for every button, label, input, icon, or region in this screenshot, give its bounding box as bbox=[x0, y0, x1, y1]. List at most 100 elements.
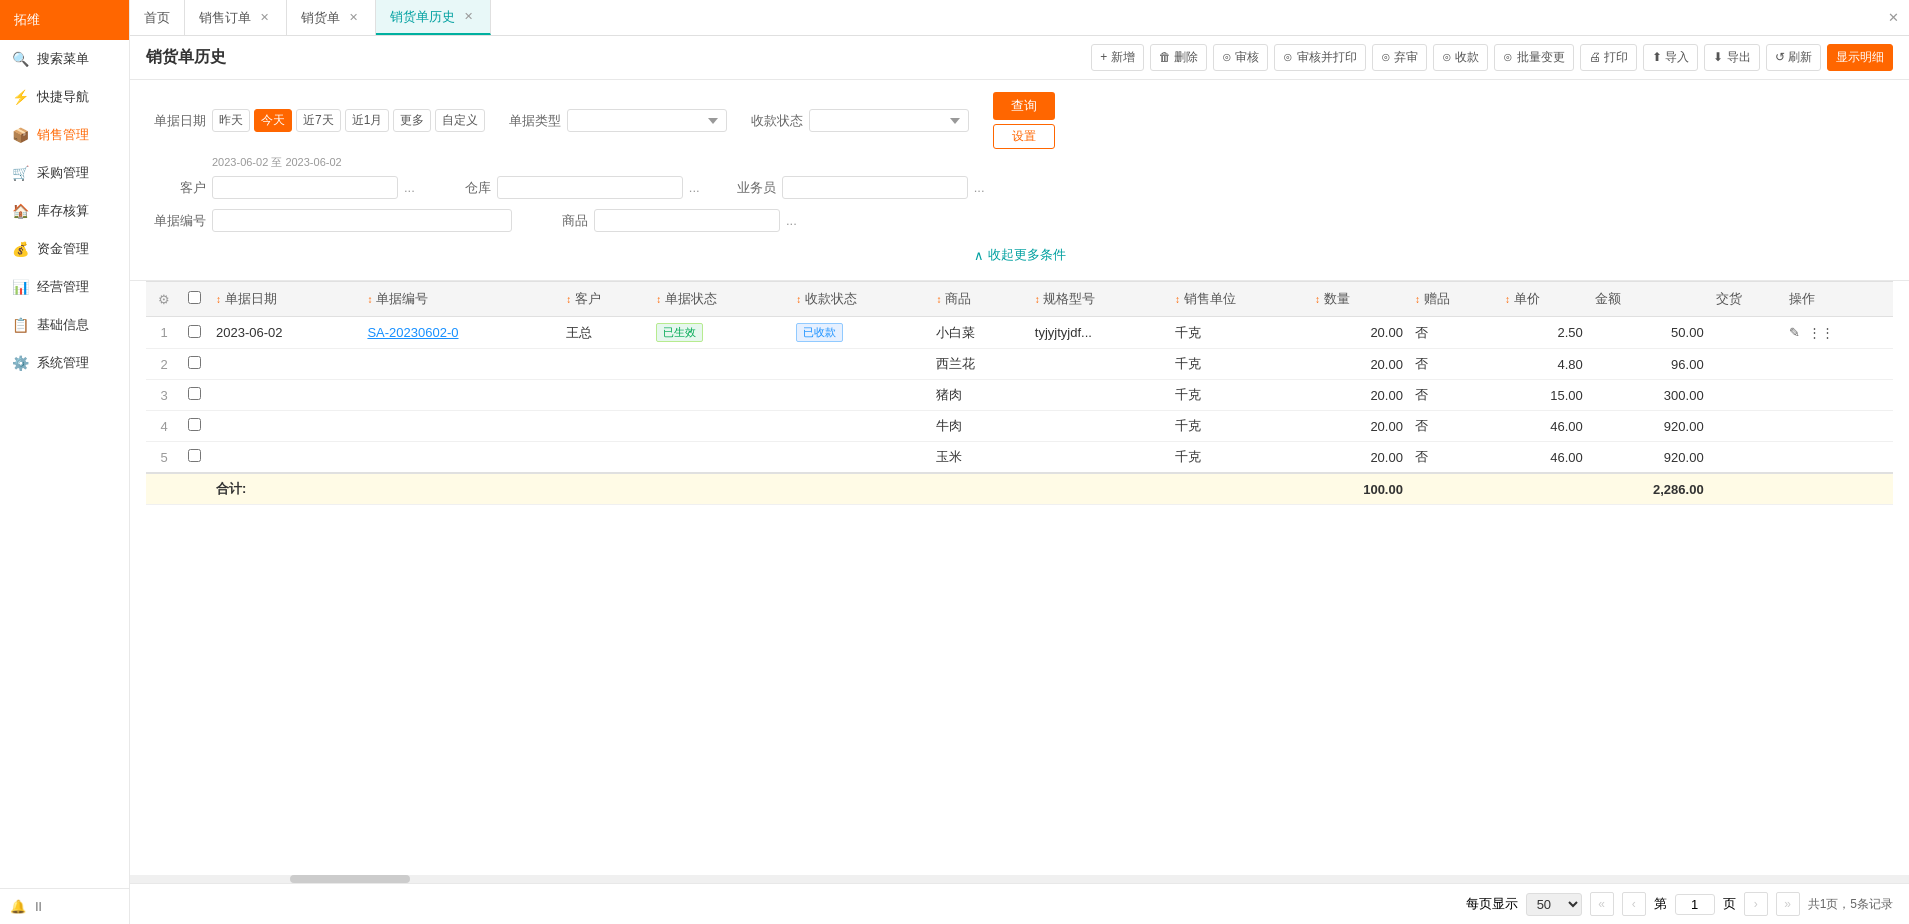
date-btn-custom[interactable]: 自定义 bbox=[435, 109, 485, 132]
sidebar-item-purchase-mgmt[interactable]: 🛒 采购管理 bbox=[0, 154, 129, 192]
audit-button[interactable]: ⊙ 审核 bbox=[1213, 44, 1268, 71]
sidebar-item-finance[interactable]: 💰 资金管理 bbox=[0, 230, 129, 268]
doc-type-label: 单据类型 bbox=[501, 112, 561, 130]
more-icon[interactable]: ⋮⋮ bbox=[1808, 325, 1834, 340]
cell-amount: 300.00 bbox=[1589, 380, 1710, 411]
collect-button[interactable]: ⊙ 收款 bbox=[1433, 44, 1488, 71]
sidebar-item-search-menu[interactable]: 🔍 搜索菜单 bbox=[0, 40, 129, 78]
staff-input[interactable] bbox=[782, 176, 968, 199]
warehouse-input[interactable] bbox=[497, 176, 683, 199]
date-btn-1month[interactable]: 近1月 bbox=[345, 109, 390, 132]
page-prev-btn[interactable]: ‹ bbox=[1622, 892, 1646, 916]
th-unit[interactable]: ↕ 销售单位 bbox=[1169, 282, 1309, 317]
page-content: 销货单历史 + 新增 🗑 删除 ⊙ 审核 ⊙ 审核并打印 ⊙ 弃审 ⊙ 收款 ⊙… bbox=[130, 36, 1909, 924]
th-date[interactable]: ↕ 单据日期 bbox=[210, 282, 361, 317]
doc-no-link[interactable]: SA-20230602-0 bbox=[367, 325, 458, 340]
delete-button[interactable]: 🗑 删除 bbox=[1150, 44, 1207, 71]
horizontal-scrollbar[interactable] bbox=[130, 875, 1909, 883]
query-button[interactable]: 查询 bbox=[993, 92, 1055, 120]
th-customer[interactable]: ↕ 客户 bbox=[560, 282, 650, 317]
date-btn-yesterday[interactable]: 昨天 bbox=[212, 109, 250, 132]
th-gift[interactable]: ↕ 赠品 bbox=[1409, 282, 1499, 317]
row-checkbox[interactable] bbox=[188, 418, 201, 431]
th-payment-status[interactable]: ↕ 收款状态 bbox=[790, 282, 930, 317]
cell-doc-no[interactable]: SA-20230602-0 bbox=[361, 317, 560, 349]
tab-sales-order-close[interactable]: ✕ bbox=[257, 10, 272, 25]
tab-sales-history[interactable]: 销货单历史 ✕ bbox=[376, 0, 491, 35]
cell-rownum: 4 bbox=[146, 411, 182, 442]
th-checkbox[interactable] bbox=[182, 282, 210, 317]
per-page-select[interactable]: 50 100 200 bbox=[1526, 893, 1582, 916]
page-title: 销货单历史 bbox=[146, 47, 226, 68]
table-container: ⚙ ↕ 单据日期 ↕ 单据编号 ↕ 客户 ↕ 单据状态 ↕ 收款状态 ↕ 商品 … bbox=[130, 281, 1909, 875]
abandon-button[interactable]: ⊙ 弃审 bbox=[1372, 44, 1427, 71]
date-btn-more[interactable]: 更多 bbox=[393, 109, 431, 132]
sidebar-item-system[interactable]: ⚙️ 系统管理 bbox=[0, 344, 129, 382]
select-all-checkbox[interactable] bbox=[188, 291, 201, 304]
sidebar-item-label: 经营管理 bbox=[37, 278, 89, 296]
cell-checkbox[interactable] bbox=[182, 317, 210, 349]
cell-rownum: 5 bbox=[146, 442, 182, 474]
edit-icon[interactable]: ✎ bbox=[1789, 325, 1800, 340]
date-btn-today[interactable]: 今天 bbox=[254, 109, 292, 132]
staff-label: 业务员 bbox=[716, 179, 776, 197]
notification-btn[interactable]: 🔔 bbox=[10, 899, 26, 914]
import-button[interactable]: ⬆ 导入 bbox=[1643, 44, 1698, 71]
th-spec[interactable]: ↕ 规格型号 bbox=[1029, 282, 1169, 317]
row-checkbox[interactable] bbox=[188, 356, 201, 369]
audit-print-button[interactable]: ⊙ 审核并打印 bbox=[1274, 44, 1365, 71]
refresh-button[interactable]: ↺ 刷新 bbox=[1766, 44, 1821, 71]
cell-action bbox=[1783, 380, 1893, 411]
tab-home[interactable]: 首页 bbox=[130, 0, 185, 35]
scrollbar-thumb[interactable] bbox=[290, 875, 410, 883]
sidebar-item-sales-mgmt[interactable]: 📦 销售管理 bbox=[0, 116, 129, 154]
row-checkbox[interactable] bbox=[188, 449, 201, 462]
row-checkbox[interactable] bbox=[188, 387, 201, 400]
tab-sales-history-close[interactable]: ✕ bbox=[461, 9, 476, 24]
th-doc-no[interactable]: ↕ 单据编号 bbox=[361, 282, 560, 317]
tab-sales-delivery-close[interactable]: ✕ bbox=[346, 10, 361, 25]
page-next-btn[interactable]: › bbox=[1744, 892, 1768, 916]
customer-input[interactable] bbox=[212, 176, 398, 199]
doc-no-input[interactable] bbox=[212, 209, 512, 232]
payment-status-select[interactable] bbox=[809, 109, 969, 132]
cell-checkbox[interactable] bbox=[182, 411, 210, 442]
th-price[interactable]: ↕ 单价 bbox=[1499, 282, 1589, 317]
sidebar-item-basic-info[interactable]: 📋 基础信息 bbox=[0, 306, 129, 344]
th-goods[interactable]: ↕ 商品 bbox=[930, 282, 1028, 317]
show-detail-button[interactable]: 显示明细 bbox=[1827, 44, 1893, 71]
table-body: 12023-06-02SA-20230602-0王总已生效已收款小白菜tyjyj… bbox=[146, 317, 1893, 474]
print-button[interactable]: 🖨 打印 bbox=[1580, 44, 1637, 71]
cell-checkbox[interactable] bbox=[182, 442, 210, 474]
cell-checkbox[interactable] bbox=[182, 349, 210, 380]
batch-change-button[interactable]: ⊙ 批量变更 bbox=[1494, 44, 1573, 71]
page-input[interactable] bbox=[1675, 894, 1715, 915]
goods-input[interactable] bbox=[594, 209, 780, 232]
row-checkbox[interactable] bbox=[188, 325, 201, 338]
payment-status-badge: 已收款 bbox=[796, 323, 843, 342]
sidebar-item-operations[interactable]: 📊 经营管理 bbox=[0, 268, 129, 306]
date-btn-7days[interactable]: 近7天 bbox=[296, 109, 341, 132]
export-button[interactable]: ⬇ 导出 bbox=[1704, 44, 1759, 71]
tab-sales-order[interactable]: 销售订单 ✕ bbox=[185, 0, 287, 35]
th-doc-status[interactable]: ↕ 单据状态 bbox=[650, 282, 790, 317]
th-gear[interactable]: ⚙ bbox=[146, 282, 182, 317]
staff-dots[interactable]: ... bbox=[974, 180, 985, 195]
customer-dots[interactable]: ... bbox=[404, 180, 415, 195]
page-first-btn[interactable]: « bbox=[1590, 892, 1614, 916]
cell-trade bbox=[1710, 442, 1783, 474]
new-button[interactable]: + 新增 bbox=[1091, 44, 1143, 71]
th-qty[interactable]: ↕ 数量 bbox=[1309, 282, 1409, 317]
doc-type-select[interactable] bbox=[567, 109, 727, 132]
goods-dots[interactable]: ... bbox=[786, 213, 797, 228]
sidebar-item-inventory[interactable]: 🏠 库存核算 bbox=[0, 192, 129, 230]
collapse-button[interactable]: ∧ 收起更多条件 bbox=[146, 242, 1893, 268]
cell-checkbox[interactable] bbox=[182, 380, 210, 411]
warehouse-dots[interactable]: ... bbox=[689, 180, 700, 195]
sidebar-item-quick-nav[interactable]: ⚡ 快捷导航 bbox=[0, 78, 129, 116]
pause-btn[interactable]: ⏸ bbox=[32, 899, 45, 914]
set-button[interactable]: 设置 bbox=[993, 124, 1055, 149]
tab-sales-delivery[interactable]: 销货单 ✕ bbox=[287, 0, 376, 35]
page-last-btn[interactable]: » bbox=[1776, 892, 1800, 916]
tab-bar-close[interactable]: ✕ bbox=[1888, 10, 1909, 25]
